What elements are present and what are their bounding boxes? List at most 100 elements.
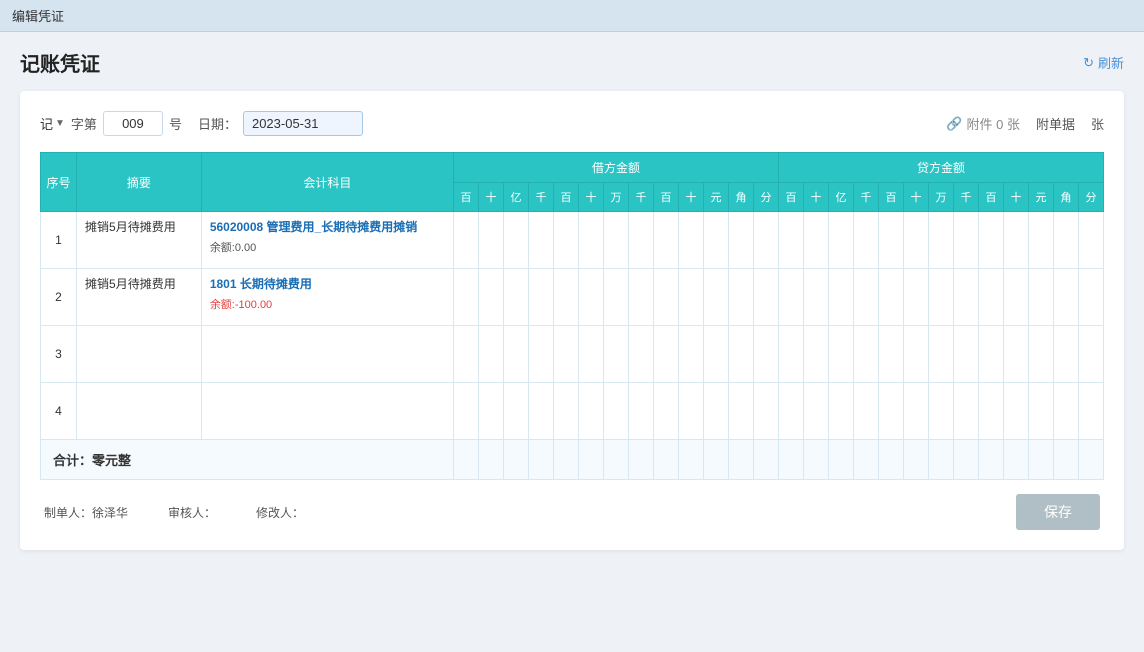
row3-summary[interactable] — [77, 326, 201, 382]
row1-subject[interactable]: 56020008 管理费用_长期待摊费用摊销 余额:0.00 — [202, 212, 453, 268]
row4-credit-d6[interactable] — [904, 383, 929, 440]
row2-subject[interactable]: 1801 长期待摊费用 余额:-100.00 — [202, 269, 453, 325]
row2-credit-d5[interactable] — [879, 269, 904, 326]
row3-debit-d7[interactable] — [604, 326, 629, 383]
date-input[interactable] — [243, 111, 363, 136]
row2-debit-d10[interactable] — [679, 269, 704, 326]
voucher-number-input[interactable] — [103, 111, 163, 136]
row1-credit-d2[interactable] — [804, 212, 829, 269]
row4-credit-d9[interactable] — [979, 383, 1004, 440]
row1-summary[interactable]: 摊销5月待摊费用 — [77, 212, 201, 268]
row2-credit-d4[interactable] — [854, 269, 879, 326]
row1-debit-d7[interactable] — [604, 212, 629, 269]
row1-debit-d10[interactable] — [679, 212, 704, 269]
row4-credit-d2[interactable] — [804, 383, 829, 440]
row4-credit-d3[interactable] — [829, 383, 854, 440]
row4-credit-d11[interactable] — [1029, 383, 1054, 440]
row2-credit-d13[interactable] — [1079, 269, 1104, 326]
row2-debit-d5[interactable] — [554, 269, 579, 326]
row1-debit-d9[interactable] — [654, 212, 679, 269]
row2-debit-d11[interactable] — [704, 269, 729, 326]
row4-credit-d10[interactable] — [1004, 383, 1029, 440]
row1-credit-d1[interactable] — [779, 212, 804, 269]
row4-debit-d2[interactable] — [479, 383, 504, 440]
row2-debit-d3[interactable] — [504, 269, 529, 326]
row1-debit-d13[interactable] — [754, 212, 779, 269]
voucher-type-select[interactable]: 记 ▼ — [40, 114, 65, 133]
row2-credit-d11[interactable] — [1029, 269, 1054, 326]
refresh-button[interactable]: ↻ 刷新 — [1083, 53, 1124, 72]
row1-debit-d4[interactable] — [529, 212, 554, 269]
row2-credit-d10[interactable] — [1004, 269, 1029, 326]
row4-debit-d12[interactable] — [729, 383, 754, 440]
row3-debit-d6[interactable] — [579, 326, 604, 383]
row1-credit-d8[interactable] — [954, 212, 979, 269]
row4-credit-d5[interactable] — [879, 383, 904, 440]
row1-credit-d6[interactable] — [904, 212, 929, 269]
row3-debit-d11[interactable] — [704, 326, 729, 383]
row1-debit-d12[interactable] — [729, 212, 754, 269]
row3-credit-d2[interactable] — [804, 326, 829, 383]
row3-debit-d2[interactable] — [479, 326, 504, 383]
row2-credit-d9[interactable] — [979, 269, 1004, 326]
row3-credit-d8[interactable] — [954, 326, 979, 383]
row4-credit-d4[interactable] — [854, 383, 879, 440]
row3-debit-d3[interactable] — [504, 326, 529, 383]
row2-debit-d6[interactable] — [579, 269, 604, 326]
row3-credit-d1[interactable] — [779, 326, 804, 383]
row1-debit-d6[interactable] — [579, 212, 604, 269]
row2-debit-d8[interactable] — [629, 269, 654, 326]
row2-credit-d7[interactable] — [929, 269, 954, 326]
row2-debit-d1[interactable] — [454, 269, 479, 326]
row4-debit-d9[interactable] — [654, 383, 679, 440]
row1-debit-d8[interactable] — [629, 212, 654, 269]
row4-debit-d6[interactable] — [579, 383, 604, 440]
row2-debit-d12[interactable] — [729, 269, 754, 326]
row2-debit-d2[interactable] — [479, 269, 504, 326]
row4-debit-d13[interactable] — [754, 383, 779, 440]
row1-credit-d7[interactable] — [929, 212, 954, 269]
row1-debit-d3[interactable] — [504, 212, 529, 269]
row2-credit-d1[interactable] — [779, 269, 804, 326]
row3-credit-d11[interactable] — [1029, 326, 1054, 383]
row2-debit-d4[interactable] — [529, 269, 554, 326]
row4-subject[interactable] — [202, 383, 453, 439]
row3-credit-d5[interactable] — [879, 326, 904, 383]
row4-credit-d7[interactable] — [929, 383, 954, 440]
row4-debit-d11[interactable] — [704, 383, 729, 440]
row4-debit-d7[interactable] — [604, 383, 629, 440]
row1-debit-d1[interactable] — [454, 212, 479, 269]
row3-credit-d13[interactable] — [1079, 326, 1104, 383]
row1-credit-d10[interactable] — [1004, 212, 1029, 269]
row3-subject[interactable] — [202, 326, 453, 382]
row3-credit-d12[interactable] — [1054, 326, 1079, 383]
row2-credit-d3[interactable] — [829, 269, 854, 326]
row1-debit-d2[interactable] — [479, 212, 504, 269]
row3-debit-d10[interactable] — [679, 326, 704, 383]
row2-debit-d13[interactable] — [754, 269, 779, 326]
row4-debit-d1[interactable] — [454, 383, 479, 440]
row4-credit-d8[interactable] — [954, 383, 979, 440]
row2-summary[interactable]: 摊销5月待摊费用 — [77, 269, 201, 325]
row4-debit-d4[interactable] — [529, 383, 554, 440]
row3-debit-d8[interactable] — [629, 326, 654, 383]
row4-debit-d10[interactable] — [679, 383, 704, 440]
row1-credit-d3[interactable] — [829, 212, 854, 269]
row3-debit-d13[interactable] — [754, 326, 779, 383]
row4-credit-d13[interactable] — [1079, 383, 1104, 440]
row1-credit-d5[interactable] — [879, 212, 904, 269]
row3-debit-d5[interactable] — [554, 326, 579, 383]
row3-credit-d7[interactable] — [929, 326, 954, 383]
row2-debit-d9[interactable] — [654, 269, 679, 326]
row3-credit-d4[interactable] — [854, 326, 879, 383]
save-button[interactable]: 保存 — [1016, 494, 1100, 530]
row4-credit-d12[interactable] — [1054, 383, 1079, 440]
row3-credit-d6[interactable] — [904, 326, 929, 383]
row1-debit-d5[interactable] — [554, 212, 579, 269]
row3-credit-d10[interactable] — [1004, 326, 1029, 383]
row3-credit-d3[interactable] — [829, 326, 854, 383]
row1-credit-d12[interactable] — [1054, 212, 1079, 269]
row4-summary[interactable] — [77, 383, 201, 439]
row2-credit-d2[interactable] — [804, 269, 829, 326]
row4-credit-d1[interactable] — [779, 383, 804, 440]
